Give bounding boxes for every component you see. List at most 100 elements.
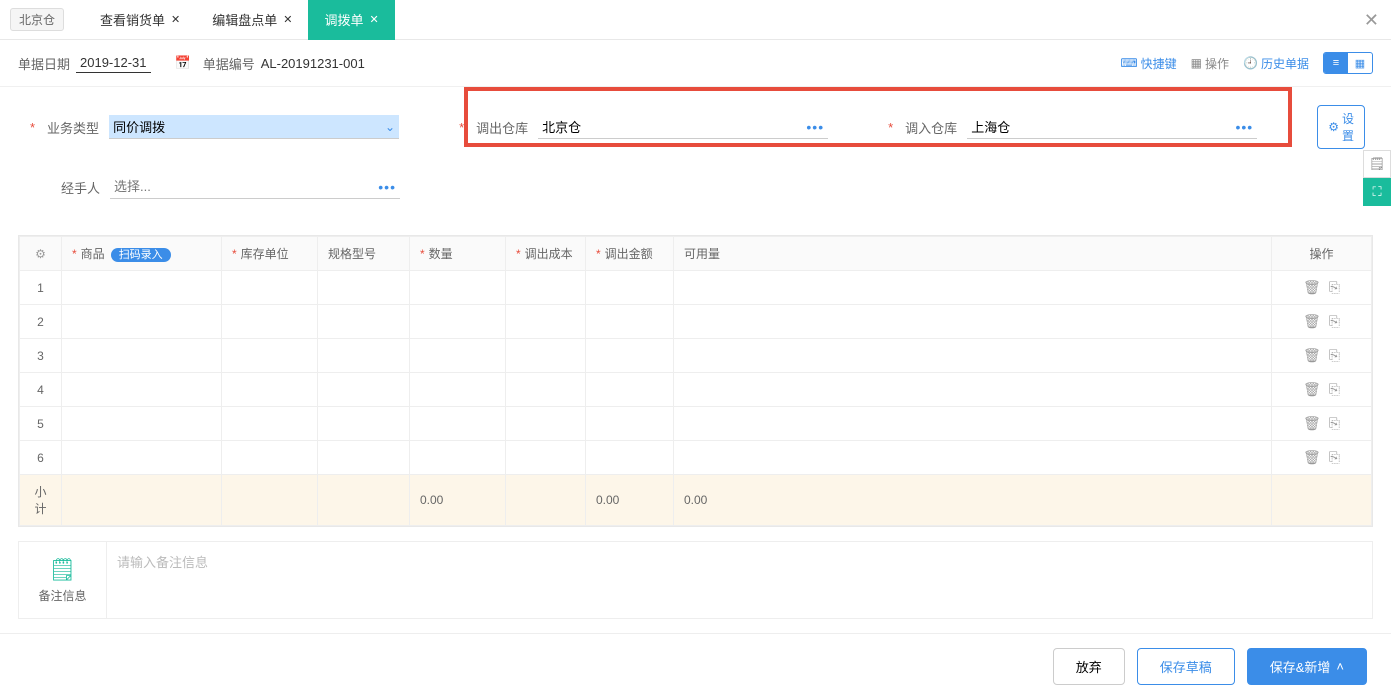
row-number: 4 [20,373,62,407]
calendar-icon[interactable]: 📅 [175,55,191,71]
remark-input[interactable] [107,542,1372,618]
save-draft-button[interactable]: 保存草稿 [1137,648,1235,685]
save-new-button[interactable]: 保存&新增˄ [1247,648,1367,685]
warehouse-tag[interactable]: 北京仓 [10,8,64,31]
window-close-icon[interactable]: ✕ [1364,10,1379,31]
required-mark: * [30,120,35,135]
col-spec: 规格型号 [318,237,410,271]
view-list-button[interactable]: ≡ [1324,53,1348,73]
copy-icon[interactable]: ⎘ [1329,449,1340,465]
table-row[interactable]: 5 🗑 ⎘ [20,407,1372,441]
handler-label: 经手人 [40,178,100,197]
copy-icon[interactable]: ⎘ [1329,347,1340,363]
row-number: 3 [20,339,62,373]
table-row[interactable]: 6 🗑 ⎘ [20,441,1372,475]
gear-icon: ⚙ [1328,120,1339,134]
remark-label: 备注信息 [38,587,86,604]
table-row[interactable]: 2 🗑 ⎘ [20,305,1372,339]
col-amount: *调出金额 [586,237,674,271]
col-op: 操作 [1272,237,1372,271]
docno-value: AL-20191231-001 [261,56,365,71]
footer-actions: 放弃 保存草稿 保存&新增˄ [0,633,1391,699]
keyboard-icon: ⌨ [1120,56,1137,70]
delete-icon[interactable]: 🗑 [1303,449,1321,465]
out-warehouse-field: * 调出仓库 ••• [459,105,828,149]
side-tab-note[interactable]: 🗒 [1363,150,1391,178]
required-mark: * [459,120,464,135]
date-label: 单据日期 [18,54,70,73]
copy-icon[interactable]: ⎘ [1329,313,1340,329]
history-icon: 🕘 [1243,56,1258,70]
docno-label: 单据编号 [203,54,255,73]
tab-transfer[interactable]: 调拨单 ✕ [308,0,394,40]
table-row[interactable]: 3 🗑 ⎘ [20,339,1372,373]
close-icon[interactable]: ✕ [370,13,379,26]
tab-label: 编辑盘点单 [212,10,277,29]
tab-bar: 北京仓 查看销货单 ✕ 编辑盘点单 ✕ 调拨单 ✕ ✕ [0,0,1391,40]
gear-icon[interactable]: ⚙ [35,247,46,261]
close-icon[interactable]: ✕ [283,13,292,26]
subtotal-qty: 0.00 [410,475,506,526]
subtotal-avail: 0.00 [674,475,1272,526]
in-warehouse-field: * 调入仓库 ••• [888,105,1257,149]
row-number: 6 [20,441,62,475]
grid-icon: ▦ [1191,56,1202,70]
biztype-label: 业务类型 [39,118,99,137]
chevron-up-icon: ˄ [1336,659,1344,674]
col-product: *商品扫码录入 [62,237,222,271]
subtotal-row: 小计 0.00 0.00 0.00 [20,475,1372,526]
copy-icon[interactable]: ⎘ [1329,279,1340,295]
tab-view-sales[interactable]: 查看销货单 ✕ [84,0,196,40]
delete-icon[interactable]: 🗑 [1303,347,1321,363]
col-avail: 可用量 [674,237,1272,271]
remark-sidebar: 🗒 备注信息 [19,542,107,618]
table-row[interactable]: 1 🗑 ⎘ [20,271,1372,305]
table-row[interactable]: 4 🗑 ⎘ [20,373,1372,407]
note-icon: 🗒 [49,557,77,583]
more-icon[interactable]: ••• [1235,119,1253,135]
side-tab-expand[interactable]: ⛶ [1363,178,1391,206]
col-cost: *调出成本 [506,237,586,271]
handler-field: 经手人 ••• [30,175,400,199]
copy-icon[interactable]: ⎘ [1329,381,1340,397]
in-warehouse-label: 调入仓库 [897,118,957,137]
remark-area: 🗒 备注信息 [18,541,1373,619]
col-unit: *库存单位 [222,237,318,271]
abandon-button[interactable]: 放弃 [1053,648,1125,685]
copy-icon[interactable]: ⎘ [1329,415,1340,431]
row-number: 1 [20,271,62,305]
out-warehouse-label: 调出仓库 [468,118,528,137]
handler-input[interactable] [110,175,400,199]
more-icon[interactable]: ••• [806,119,824,135]
out-warehouse-input[interactable] [538,115,828,139]
biztype-input[interactable] [109,115,399,139]
doc-header: 单据日期 2019-12-31 📅 单据编号 AL-20191231-001 ⌨… [0,40,1391,87]
delete-icon[interactable]: 🗑 [1303,279,1321,295]
side-tabs: 🗒 ⛶ [1363,150,1391,206]
history-link[interactable]: 🕘历史单据 [1243,55,1309,72]
subtotal-amount: 0.00 [586,475,674,526]
delete-icon[interactable]: 🗑 [1303,381,1321,397]
biztype-field: * 业务类型 ⌄ [30,105,399,149]
form-area: * 业务类型 ⌄ * 调出仓库 ••• * 调入仓库 ••• ⚙设置 经手人 •… [0,87,1391,235]
scan-badge[interactable]: 扫码录入 [111,248,171,262]
row-number: 2 [20,305,62,339]
shortcut-link[interactable]: ⌨快捷键 [1120,55,1176,72]
more-icon[interactable]: ••• [378,179,396,195]
delete-icon[interactable]: 🗑 [1303,415,1321,431]
subtotal-label: 小计 [20,475,62,526]
tab-edit-inventory[interactable]: 编辑盘点单 ✕ [196,0,308,40]
col-qty: *数量 [410,237,506,271]
date-value[interactable]: 2019-12-31 [76,53,151,73]
delete-icon[interactable]: 🗑 [1303,313,1321,329]
required-mark: * [888,120,893,135]
tab-label: 查看销货单 [100,10,165,29]
row-number: 5 [20,407,62,441]
in-warehouse-input[interactable] [967,115,1257,139]
table-header-row: ⚙ *商品扫码录入 *库存单位 规格型号 *数量 *调出成本 *调出金额 可用量… [20,237,1372,271]
items-table: ⚙ *商品扫码录入 *库存单位 规格型号 *数量 *调出成本 *调出金额 可用量… [18,235,1373,527]
close-icon[interactable]: ✕ [171,13,180,26]
view-grid-button[interactable]: ▦ [1348,53,1372,73]
operate-link[interactable]: ▦操作 [1191,55,1229,72]
settings-button[interactable]: ⚙设置 [1317,105,1365,149]
